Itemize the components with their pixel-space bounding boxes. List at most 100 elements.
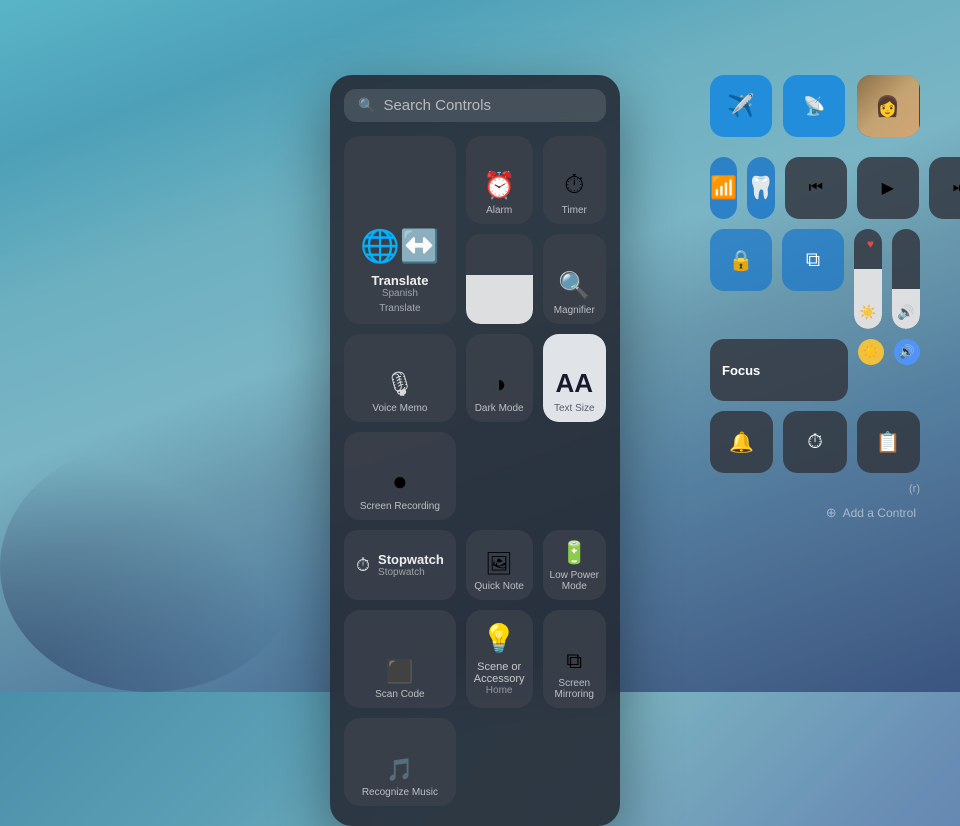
timer-icon-right: ⏱ bbox=[807, 431, 823, 454]
screen-mirror-label: Screen Mirroring bbox=[543, 678, 606, 700]
dark-mode-tile[interactable]: ◑ Dark Mode bbox=[466, 334, 533, 422]
sun-icon: ☀️ bbox=[863, 344, 879, 360]
translate-label: Translate bbox=[379, 303, 420, 314]
voice-memo-tile[interactable]: 🎙 Voice Memo bbox=[344, 334, 456, 422]
search-bar[interactable]: 🔍 Search Controls bbox=[344, 89, 606, 122]
add-control-circle: ⊕ bbox=[826, 505, 837, 521]
alerts-tile[interactable]: 🔔 bbox=[710, 411, 773, 473]
right-control-panel: ✈️ 📡 👩 Deeper Well Kacey Musgrave 📶 🦷 ⏮ bbox=[710, 75, 920, 521]
airplane-icon: ✈️ bbox=[727, 93, 754, 119]
cellular-icon: 📡 bbox=[803, 96, 825, 117]
stopwatch-icon: ⏱ bbox=[356, 555, 370, 576]
home-icon: 💡 bbox=[482, 622, 517, 655]
stopwatch-name: Stopwatch bbox=[378, 552, 444, 567]
brightness-fill bbox=[466, 275, 533, 325]
translate-icon: 🌐↔️ bbox=[360, 227, 440, 265]
focus-tile[interactable]: Focus bbox=[710, 339, 848, 401]
prev-icon: ⏮ bbox=[809, 179, 823, 197]
add-control-row[interactable]: ⊕ Add a Control bbox=[710, 505, 920, 521]
screen-lock-tile[interactable]: 🔒 bbox=[710, 229, 772, 291]
wifi-icon: 📶 bbox=[710, 175, 737, 201]
next-button[interactable]: ⏭ bbox=[929, 157, 960, 219]
voice-memo-label: Voice Memo bbox=[372, 403, 427, 414]
magnifier-tile[interactable]: 🔍 Magnifier bbox=[543, 234, 606, 324]
alarm-tile[interactable]: ⏰ Alarm bbox=[466, 136, 533, 224]
timer-tile[interactable]: ⏱ Timer bbox=[543, 136, 606, 224]
add-control-label[interactable]: Add a Control bbox=[843, 506, 916, 520]
screen-record-tile[interactable]: ⏺ Screen Recording bbox=[344, 432, 456, 520]
focus-row: Focus ☀️ 🔊 bbox=[710, 339, 920, 401]
brightness-icon: ☀️ bbox=[859, 304, 876, 321]
translate-language: Spanish bbox=[382, 288, 418, 299]
search-icon: 🔍 bbox=[358, 97, 375, 114]
dark-mode-label: Dark Mode bbox=[475, 403, 524, 414]
airplane-mode-tile[interactable]: ✈️ bbox=[710, 75, 772, 137]
play-icon: ▶ bbox=[882, 178, 894, 198]
wifi-tile[interactable]: 📶 bbox=[710, 157, 737, 219]
bell-icon: 🔔 bbox=[729, 430, 754, 455]
sun-focus-button[interactable]: ☀️ bbox=[858, 339, 884, 365]
scan-code-tile[interactable]: ⬛ Scan Code bbox=[344, 610, 456, 708]
quick-note-label: Quick Note bbox=[474, 581, 523, 592]
top-tiles-row: ✈️ 📡 👩 Deeper Well Kacey Musgrave bbox=[710, 75, 920, 137]
quick-note-tile[interactable]: 🖼 Quick Note bbox=[466, 530, 533, 600]
bluetooth-tile[interactable]: 🦷 bbox=[747, 157, 774, 219]
low-power-icon: 🔋 bbox=[561, 540, 588, 566]
brightness-tile[interactable] bbox=[466, 234, 533, 324]
translate-tile[interactable]: 🌐↔️ Translate Spanish Translate bbox=[344, 136, 456, 324]
screen-mirror-tile[interactable]: ⧉ Screen Mirroring bbox=[543, 610, 606, 708]
music-note-icon: ♪ bbox=[906, 307, 912, 321]
screen-notes-tile[interactable]: 📋 bbox=[857, 411, 920, 473]
bluetooth-icon: 🦷 bbox=[747, 175, 774, 201]
volume-slider-tile[interactable]: 🔊 ♪ bbox=[892, 229, 920, 329]
speaker-icon: 🔊 bbox=[899, 344, 915, 360]
bottom-tiles-row: 🔔 ⏱ 📋 bbox=[710, 411, 920, 473]
mirror-tile[interactable]: ⧉ bbox=[782, 229, 844, 291]
text-size-tile[interactable]: AA Text Size bbox=[543, 334, 606, 422]
timer-tile-right[interactable]: ⏱ bbox=[783, 411, 846, 473]
scan-code-icon: ⬛ bbox=[386, 659, 413, 685]
recognize-music-icon: 🎵 bbox=[386, 757, 413, 783]
speaker-focus-button[interactable]: 🔊 bbox=[894, 339, 920, 365]
screen-mirror-icon: ⧉ bbox=[566, 648, 582, 674]
brightness-slider-tile[interactable]: ☀️ ♥ bbox=[854, 229, 882, 329]
stopwatch-label: Stopwatch bbox=[378, 567, 444, 578]
slider-row: 🔒 ⧉ ☀️ ♥ 🔊 ♪ bbox=[710, 229, 920, 329]
play-button[interactable]: ▶ bbox=[857, 157, 919, 219]
alarm-icon: ⏰ bbox=[483, 170, 515, 201]
timer-label: Timer bbox=[562, 205, 587, 216]
album-art: 👩 bbox=[857, 75, 919, 137]
voice-memo-icon: 🎙 bbox=[385, 370, 415, 399]
mirror-icon: ⧉ bbox=[806, 249, 820, 272]
controls-grid: 🌐↔️ Translate Spanish Translate ⏰ Alarm … bbox=[344, 136, 606, 806]
next-icon: ⏭ bbox=[953, 179, 960, 197]
screen-record-label: Screen Recording bbox=[360, 501, 440, 512]
low-power-label: Low Power Mode bbox=[543, 570, 606, 592]
cellular-tile[interactable]: 📡 bbox=[783, 75, 845, 137]
home-label: Home bbox=[486, 685, 513, 696]
heart-icon: ♥ bbox=[867, 237, 874, 251]
wifi-signal-row: (r) bbox=[710, 483, 920, 495]
low-power-tile[interactable]: 🔋 Low Power Mode bbox=[543, 530, 606, 600]
background-blob bbox=[0, 442, 300, 692]
now-playing-tile[interactable]: 👩 Deeper Well Kacey Musgrave bbox=[857, 75, 920, 137]
alarm-label: Alarm bbox=[486, 205, 512, 216]
timer-icon: ⏱ bbox=[564, 169, 584, 201]
recognize-music-tile[interactable]: 🎵 Recognize Music bbox=[344, 718, 456, 806]
second-row: 📶 🦷 ⏮ ▶ ⏭ bbox=[710, 157, 920, 219]
home-tile[interactable]: 💡 Scene or Accessory Home bbox=[466, 610, 533, 708]
magnifier-icon: 🔍 bbox=[558, 270, 590, 301]
translate-name: Translate bbox=[371, 273, 428, 288]
search-input[interactable]: Search Controls bbox=[383, 97, 491, 114]
stopwatch-tile[interactable]: ⏱ Stopwatch Stopwatch bbox=[344, 530, 456, 600]
prev-button[interactable]: ⏮ bbox=[785, 157, 847, 219]
wifi-signal-icon: (r) bbox=[909, 483, 920, 495]
quick-note-icon: 🖼 bbox=[485, 551, 513, 577]
home-scene-label: Scene or Accessory bbox=[474, 661, 525, 685]
magnifier-label: Magnifier bbox=[554, 305, 595, 316]
lock-icon: 🔒 bbox=[729, 248, 754, 273]
playback-controls: ⏮ ▶ ⏭ bbox=[785, 157, 960, 219]
screen-record-icon: ⏺ bbox=[394, 469, 406, 497]
control-center-panel: 🔍 Search Controls 🌐↔️ Translate Spanish … bbox=[330, 75, 620, 826]
scan-code-label: Scan Code bbox=[375, 689, 424, 700]
